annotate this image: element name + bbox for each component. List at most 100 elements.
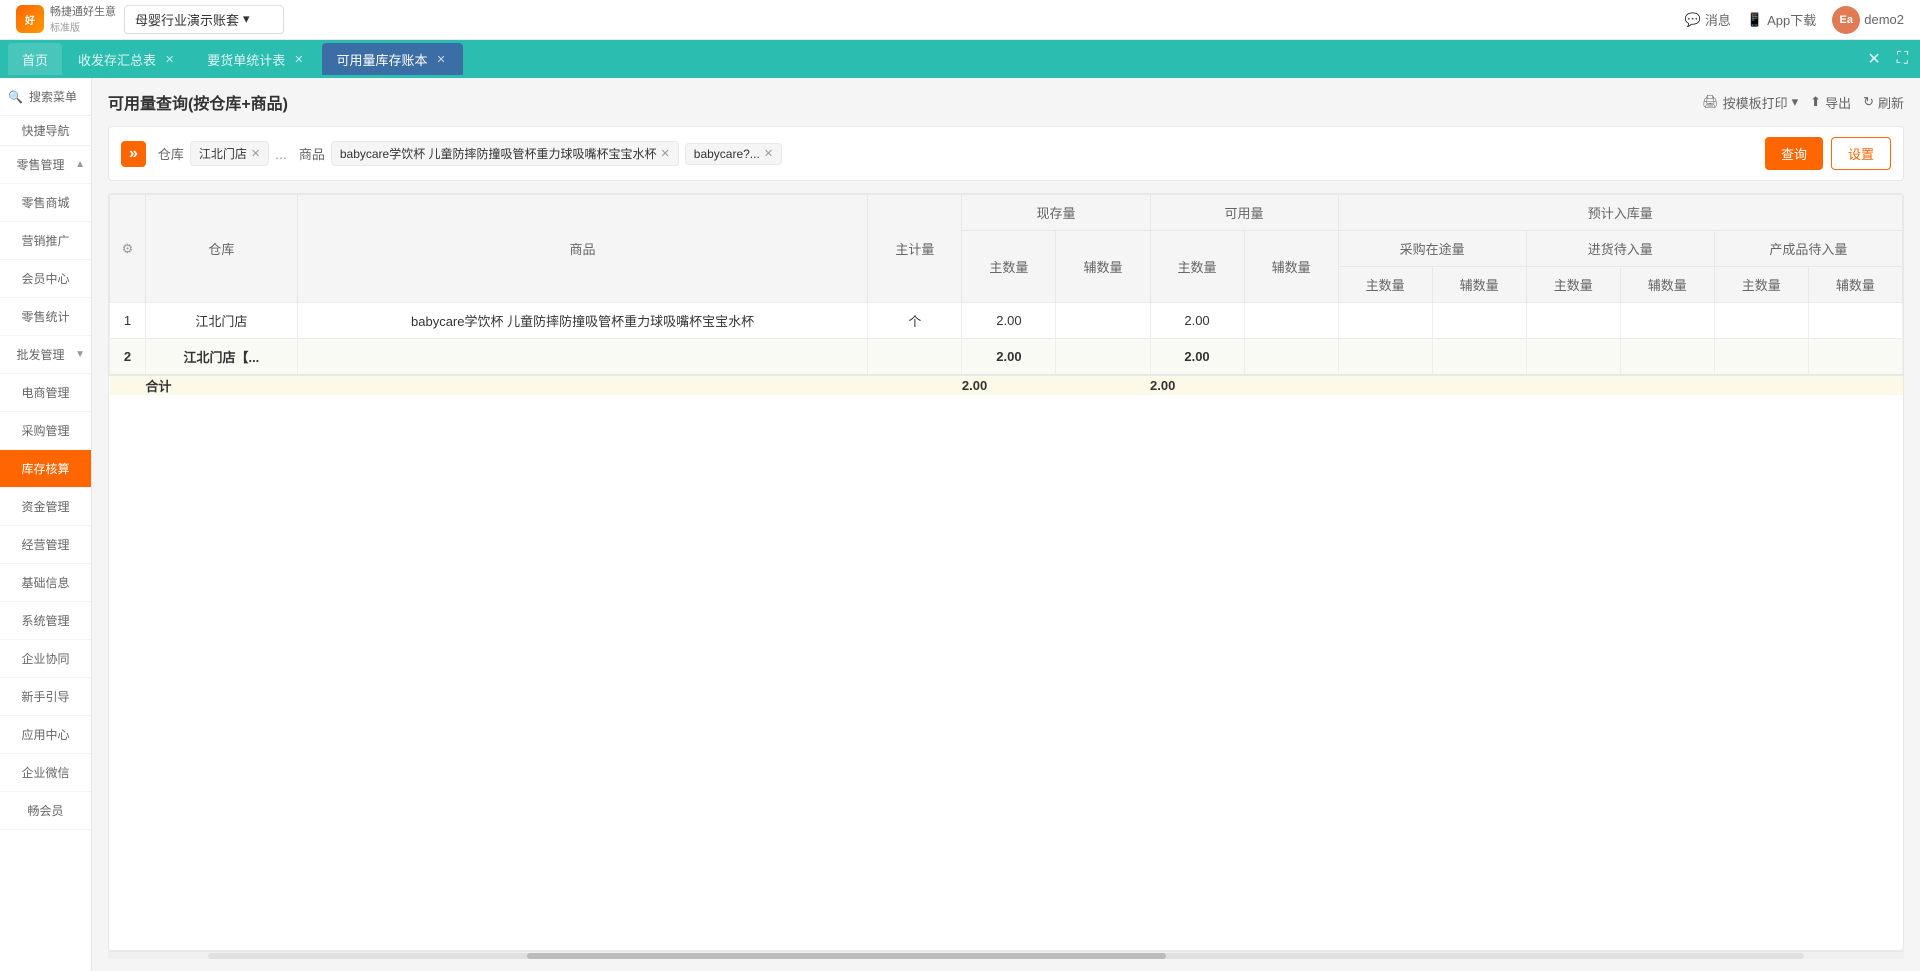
sidebar-item-purchase-mgmt[interactable]: 采购管理 xyxy=(0,412,91,450)
sidebar-item-ecommerce[interactable]: 电商管理 xyxy=(0,374,91,412)
unit-col-header: 主计量 xyxy=(868,195,962,303)
remove-product-tag1-icon[interactable]: ✕ xyxy=(661,147,670,160)
warehouse-tag: 江北门店 ✕ xyxy=(190,141,269,166)
remove-warehouse-tag-icon[interactable]: ✕ xyxy=(251,147,260,160)
row2-unit xyxy=(868,339,962,376)
settings-button[interactable]: 设置 xyxy=(1831,137,1891,170)
refresh-btn[interactable]: ↻ 刷新 xyxy=(1863,93,1904,112)
table-footer: 合计 2.00 2.00 xyxy=(110,375,1903,395)
industry-selector[interactable]: 母婴行业演示账套 ▾ xyxy=(124,5,284,34)
sidebar-item-marketing[interactable]: 营销推广 xyxy=(0,222,91,260)
row2-avail-qty: 2.00 xyxy=(1150,339,1244,376)
remove-product-tag2-icon[interactable]: ✕ xyxy=(764,147,773,160)
row1-unit: 个 xyxy=(868,303,962,339)
product-col-header: 商品 xyxy=(297,195,868,303)
tab-available-stock[interactable]: 可用量库存账本 ✕ xyxy=(322,43,462,75)
sidebar-item-enterprise-wechat[interactable]: 企业微信 xyxy=(0,754,91,792)
app-download-action[interactable]: 📱 App下载 xyxy=(1747,10,1816,29)
sidebar-item-base-info[interactable]: 基础信息 xyxy=(0,564,91,602)
row2-pur-transit-aux xyxy=(1432,339,1526,376)
tab-receipt-summary[interactable]: 收发存汇总表 ✕ xyxy=(64,43,191,75)
top-bar-left: 好 畅捷通好生意 标准版 母婴行业演示账套 ▾ xyxy=(16,5,284,34)
horizontal-scrollbar[interactable] xyxy=(108,951,1904,959)
stock-aux-qty-header: 辅数量 xyxy=(1056,231,1150,303)
table-settings-icon[interactable]: ⚙ xyxy=(122,241,134,256)
export-label: 导出 xyxy=(1825,93,1851,112)
tab-bar-right: ✕ ⛶ xyxy=(1863,45,1912,73)
footer-pending-in-qty xyxy=(1526,375,1620,395)
sidebar-item-retail-mgmt[interactable]: 零售管理 ▲ xyxy=(0,146,91,184)
pur-transit-aux-header: 辅数量 xyxy=(1432,267,1526,303)
message-icon: 💬 xyxy=(1685,12,1701,28)
table-row: 1 江北门店 babycare学饮杯 儿童防摔防撞吸管杯重力球吸嘴杯宝宝水杯 个… xyxy=(110,303,1903,339)
close-available-stock-icon[interactable]: ✕ xyxy=(434,52,449,67)
order-stats-label: 要货单统计表 xyxy=(207,50,285,69)
product-in-header: 产成品待入量 xyxy=(1714,231,1902,267)
ecommerce-label: 电商管理 xyxy=(6,384,85,401)
tab-order-stats[interactable]: 要货单统计表 ✕ xyxy=(193,43,320,75)
sidebar-quick-nav[interactable]: 快捷导航 xyxy=(0,116,91,146)
row1-product-in-aux xyxy=(1808,303,1902,339)
row2-product-in-qty xyxy=(1714,339,1808,376)
finance-label: 资金管理 xyxy=(6,498,85,515)
search-label: 搜索菜单 xyxy=(29,88,77,105)
chevron-down-icon: ▾ xyxy=(243,11,250,27)
stock-table: ⚙ 仓库 商品 主计量 现存量 可用量 预计入库量 主数量 辅数量 xyxy=(109,194,1903,395)
app-download-label: App下载 xyxy=(1767,10,1816,29)
query-button[interactable]: 查询 xyxy=(1765,137,1823,170)
pending-in-main-header: 主数量 xyxy=(1526,267,1620,303)
retail-mgmt-label: 零售管理 xyxy=(6,156,75,173)
row1-pending-in-aux xyxy=(1620,303,1714,339)
close-order-stats-icon[interactable]: ✕ xyxy=(291,52,306,67)
footer-stock-qty: 2.00 xyxy=(962,375,1056,395)
maximize-icon[interactable]: ⛶ xyxy=(1893,46,1912,72)
sidebar-item-new-guide[interactable]: 新手引导 xyxy=(0,678,91,716)
warehouse-col-header: 仓库 xyxy=(146,195,298,303)
sidebar-search[interactable]: 🔍 搜索菜单 xyxy=(0,78,91,116)
app-logo-icon: 好 xyxy=(16,5,44,33)
sidebar-item-retail-store[interactable]: 零售商城 xyxy=(0,184,91,222)
planned-in-header: 预计入库量 xyxy=(1338,195,1902,231)
main-layout: 🔍 搜索菜单 快捷导航 零售管理 ▲ 零售商城 营销推广 会员中心 零售统计 批… xyxy=(0,78,1920,971)
new-guide-label: 新手引导 xyxy=(6,688,85,705)
row1-warehouse: 江北门店 xyxy=(146,303,298,339)
sidebar-item-sys-mgmt[interactable]: 系统管理 xyxy=(0,602,91,640)
logo-area: 好 畅捷通好生意 标准版 xyxy=(16,5,116,34)
close-window-icon[interactable]: ✕ xyxy=(1863,45,1884,73)
filter-toggle-btn[interactable]: » xyxy=(121,141,146,167)
export-btn[interactable]: ⬆ 导出 xyxy=(1810,93,1851,112)
user-profile-action[interactable]: Ea demo2 xyxy=(1832,6,1904,34)
export-icon: ⬆ xyxy=(1810,94,1821,110)
row2-stock-qty: 2.00 xyxy=(962,339,1056,376)
tab-bar: 首页 收发存汇总表 ✕ 要货单统计表 ✕ 可用量库存账本 ✕ ✕ ⛶ xyxy=(0,40,1920,78)
wholesale-mgmt-label: 批发管理 xyxy=(6,346,75,363)
print-template-btn[interactable]: 🖨 按模板打印 ▾ xyxy=(1702,93,1798,112)
operations-label: 经营管理 xyxy=(6,536,85,553)
close-receipt-summary-icon[interactable]: ✕ xyxy=(162,52,177,67)
row2-product-in-aux xyxy=(1808,339,1902,376)
table-row-subtotal: 2 江北门店【... 2.00 2.00 xyxy=(110,339,1903,376)
footer-pur-transit-aux xyxy=(1432,375,1526,395)
filter-bar: » 仓库 江北门店 ✕ ... 商品 babycare学饮杯 儿童防摔防撞吸管杯… xyxy=(108,126,1904,181)
sidebar-item-operations[interactable]: 经营管理 xyxy=(0,526,91,564)
warehouse-more-icon[interactable]: ... xyxy=(275,146,287,162)
product-in-main-header: 主数量 xyxy=(1714,267,1808,303)
sidebar-item-wholesale-mgmt[interactable]: 批发管理 ▼ xyxy=(0,336,91,374)
product-filter-field: 商品 babycare学饮杯 儿童防摔防撞吸管杯重力球吸嘴杯宝宝水杯 ✕ bab… xyxy=(299,141,782,166)
tab-home[interactable]: 首页 xyxy=(8,43,62,75)
refresh-icon: ↻ xyxy=(1863,94,1874,110)
product-filter-label: 商品 xyxy=(299,144,325,163)
message-action[interactable]: 💬 消息 xyxy=(1685,10,1731,29)
sidebar-item-enterprise[interactable]: 企业协同 xyxy=(0,640,91,678)
scroll-thumb xyxy=(527,953,1165,959)
table-header-row1: ⚙ 仓库 商品 主计量 现存量 可用量 预计入库量 xyxy=(110,195,1903,231)
sidebar-item-inventory[interactable]: 库存核算 xyxy=(0,450,91,488)
sidebar-item-finance[interactable]: 资金管理 xyxy=(0,488,91,526)
sidebar-item-vip-member[interactable]: 畅会员 xyxy=(0,792,91,830)
warehouse-filter-label: 仓库 xyxy=(158,144,184,163)
product-in-aux-header: 辅数量 xyxy=(1808,267,1902,303)
sidebar-item-app-center[interactable]: 应用中心 xyxy=(0,716,91,754)
sidebar-item-member-center[interactable]: 会员中心 xyxy=(0,260,91,298)
sidebar-item-retail-stats[interactable]: 零售统计 xyxy=(0,298,91,336)
pending-in-aux-header: 辅数量 xyxy=(1620,267,1714,303)
